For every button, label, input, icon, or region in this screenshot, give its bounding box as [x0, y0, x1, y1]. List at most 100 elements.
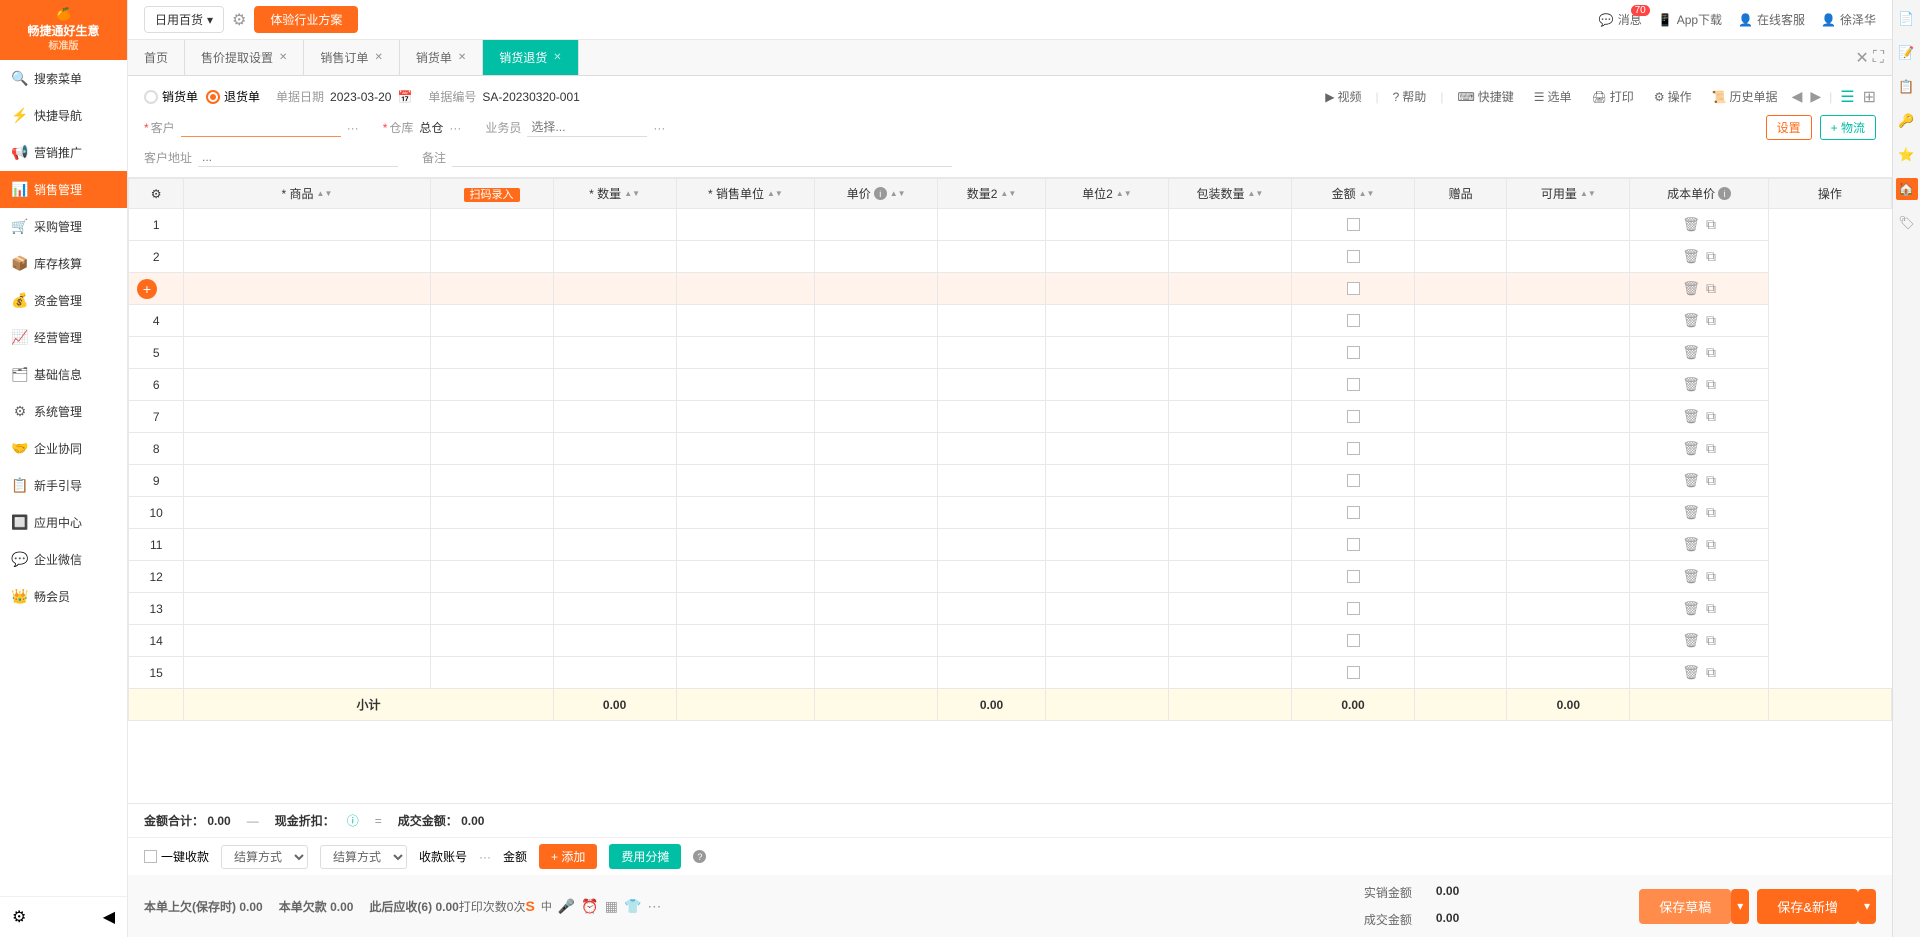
- qty-cell[interactable]: [430, 273, 553, 305]
- gift-cell[interactable]: [1291, 657, 1414, 689]
- pack-cell[interactable]: [1045, 273, 1168, 305]
- delete-row-btn[interactable]: 🗑: [1682, 568, 1700, 585]
- pack-cell[interactable]: [1045, 433, 1168, 465]
- copy-row-btn[interactable]: ⧉: [1706, 376, 1716, 393]
- unit2-cell[interactable]: [938, 433, 1046, 465]
- copy-row-btn[interactable]: ⧉: [1706, 632, 1716, 649]
- price-cell[interactable]: [676, 337, 814, 369]
- price-info-icon[interactable]: i: [874, 187, 887, 200]
- grid-icon[interactable]: ▦: [605, 898, 618, 915]
- pay-checkbox[interactable]: [144, 850, 157, 863]
- scan-btn[interactable]: 扫码录入: [464, 188, 520, 202]
- price-cell[interactable]: [676, 369, 814, 401]
- price-cell[interactable]: [676, 241, 814, 273]
- unit2-cell[interactable]: [938, 305, 1046, 337]
- unit2-cell[interactable]: [938, 337, 1046, 369]
- goods-sort[interactable]: ▲▼: [317, 189, 333, 198]
- price-cell[interactable]: [676, 465, 814, 497]
- customer-dots[interactable]: ···: [347, 121, 359, 135]
- tab-return-close[interactable]: ✕: [553, 52, 561, 63]
- cost-cell[interactable]: [1507, 657, 1630, 689]
- goods-cell[interactable]: [184, 497, 430, 529]
- unit2-cell[interactable]: [938, 401, 1046, 433]
- qty2-cell[interactable]: [815, 593, 938, 625]
- qty2-cell[interactable]: [815, 625, 938, 657]
- unit2-cell[interactable]: [938, 593, 1046, 625]
- tab-sales-delivery[interactable]: 销货单 ✕: [400, 40, 483, 75]
- delete-row-btn[interactable]: 🗑: [1682, 280, 1700, 297]
- unit-cell[interactable]: [553, 369, 676, 401]
- copy-row-btn[interactable]: ⧉: [1706, 248, 1716, 265]
- goods-cell[interactable]: [184, 241, 430, 273]
- amount-cell[interactable]: [1168, 561, 1291, 593]
- cost-cell[interactable]: [1507, 529, 1630, 561]
- select-btn[interactable]: ☰ 选单: [1528, 86, 1578, 107]
- qty2-cell[interactable]: [815, 561, 938, 593]
- amount-sort[interactable]: ▲▼: [1359, 189, 1375, 198]
- copy-row-btn[interactable]: ⧉: [1706, 440, 1716, 457]
- qty2-cell[interactable]: [815, 433, 938, 465]
- shortcut-btn[interactable]: ⌨ 快捷键: [1451, 86, 1519, 107]
- side-icon-doc[interactable]: 📄: [1896, 8, 1918, 30]
- cost-info-icon[interactable]: i: [1718, 187, 1731, 200]
- amount-cell[interactable]: [1168, 273, 1291, 305]
- goods-cell[interactable]: [184, 305, 430, 337]
- sidebar-item-member[interactable]: 👑 畅会员: [0, 578, 127, 615]
- available-cell[interactable]: [1415, 305, 1507, 337]
- price-cell[interactable]: [676, 497, 814, 529]
- th-settings[interactable]: ⚙: [129, 179, 184, 209]
- unit2-cell[interactable]: [938, 209, 1046, 241]
- gift-cell[interactable]: [1291, 209, 1414, 241]
- expand-icon[interactable]: ⛶: [1873, 49, 1884, 67]
- delete-row-btn[interactable]: 🗑: [1682, 312, 1700, 329]
- goods-cell[interactable]: [184, 401, 430, 433]
- more-icon[interactable]: ⋯: [647, 898, 661, 915]
- warehouse-dots[interactable]: ···: [449, 121, 461, 135]
- unit-cell[interactable]: [553, 561, 676, 593]
- price-cell[interactable]: [676, 593, 814, 625]
- settings-gear-icon[interactable]: ⚙: [12, 907, 26, 927]
- gift-checkbox[interactable]: [1347, 282, 1360, 295]
- online-service-btn[interactable]: 👤 在线客服: [1738, 11, 1805, 28]
- tab-price-setting[interactable]: 售价提取设置 ✕: [185, 40, 304, 75]
- goods-cell[interactable]: [184, 337, 430, 369]
- unit-cell[interactable]: [553, 465, 676, 497]
- gift-checkbox[interactable]: [1347, 250, 1360, 263]
- radio-delivery[interactable]: 销货单: [144, 88, 198, 105]
- gift-checkbox[interactable]: [1347, 218, 1360, 231]
- calc-info-btn[interactable]: ⓘ: [347, 812, 359, 829]
- gift-checkbox[interactable]: [1347, 410, 1360, 423]
- gift-cell[interactable]: [1291, 561, 1414, 593]
- gift-checkbox[interactable]: [1347, 378, 1360, 391]
- pack-sort[interactable]: ▲▼: [1248, 189, 1264, 198]
- qty-cell[interactable]: [430, 241, 553, 273]
- cost-cell[interactable]: [1507, 433, 1630, 465]
- amount-cell[interactable]: [1168, 497, 1291, 529]
- gift-checkbox[interactable]: [1347, 602, 1360, 615]
- save-new-btn[interactable]: 保存&新增: [1757, 889, 1858, 924]
- prev-icon[interactable]: ◀: [1792, 88, 1803, 105]
- goods-cell[interactable]: [184, 561, 430, 593]
- cost-cell[interactable]: [1507, 561, 1630, 593]
- goods-cell[interactable]: [184, 625, 430, 657]
- sidebar-item-wechat[interactable]: 💬 企业微信: [0, 541, 127, 578]
- price-cell[interactable]: [676, 305, 814, 337]
- qty2-cell[interactable]: [815, 401, 938, 433]
- pack-cell[interactable]: [1045, 625, 1168, 657]
- available-cell[interactable]: [1415, 625, 1507, 657]
- customer-input[interactable]: [181, 118, 341, 137]
- address-input[interactable]: [198, 148, 398, 167]
- table-view-icon[interactable]: ⊞: [1863, 87, 1876, 107]
- qty2-cell[interactable]: [815, 529, 938, 561]
- settings-icon[interactable]: ⚙: [232, 10, 246, 30]
- calendar-icon[interactable]: 📅: [397, 90, 412, 104]
- calc-method-select[interactable]: 结算方式: [320, 845, 407, 869]
- available-cell[interactable]: [1415, 593, 1507, 625]
- cost-cell[interactable]: [1507, 625, 1630, 657]
- available-cell[interactable]: [1415, 401, 1507, 433]
- cost-cell[interactable]: [1507, 465, 1630, 497]
- sidebar-item-basic[interactable]: 🗂 基础信息: [0, 356, 127, 393]
- staff-dots[interactable]: ···: [653, 121, 665, 135]
- settings-button[interactable]: 设置: [1766, 115, 1812, 140]
- price-sort[interactable]: ▲▼: [890, 189, 906, 198]
